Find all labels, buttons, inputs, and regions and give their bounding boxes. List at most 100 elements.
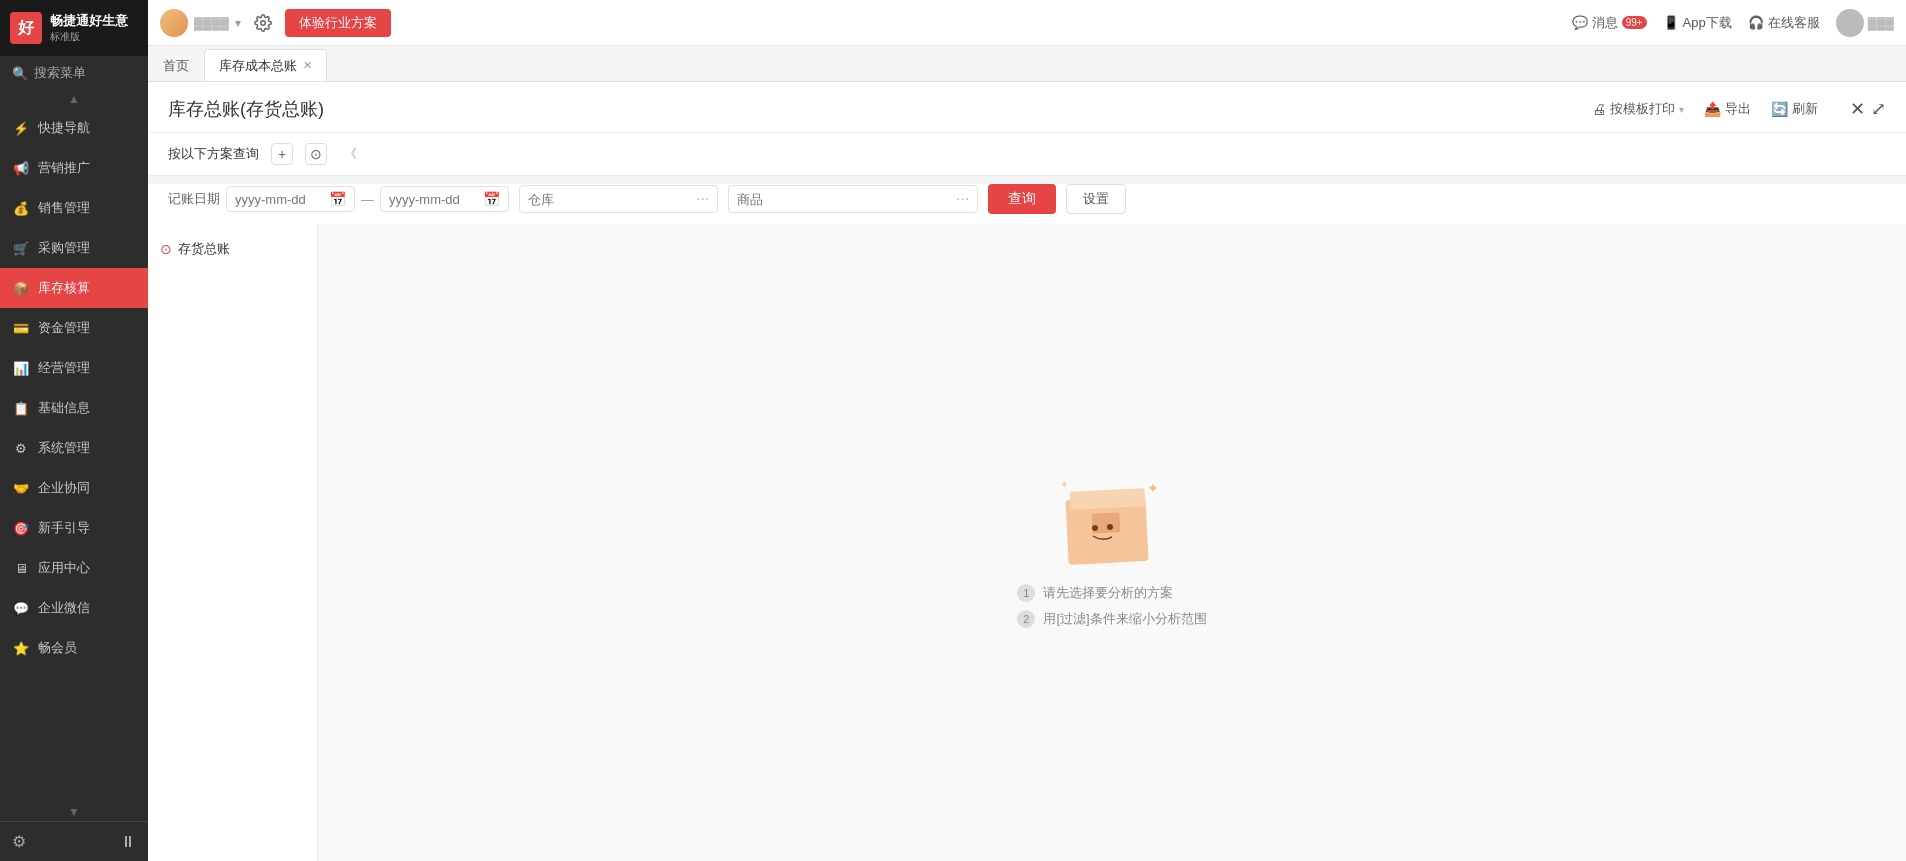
date-start-input[interactable]: [235, 192, 325, 207]
warehouse-input-wrap: ···: [519, 185, 718, 213]
sidebar-scroll-down[interactable]: ▼: [0, 803, 148, 821]
calendar-end-icon[interactable]: 📅: [483, 191, 500, 207]
sidebar-item-label: 应用中心: [38, 559, 90, 577]
sidebar-item-app-center[interactable]: 🖥 应用中心: [0, 548, 148, 588]
warehouse-input[interactable]: [528, 192, 696, 207]
svg-text:✦: ✦: [1147, 480, 1159, 496]
hint-text-1: 请先选择要分析的方案: [1043, 584, 1173, 602]
refresh-btn[interactable]: 🔄 刷新: [1763, 96, 1826, 122]
collapse-icon[interactable]: ⏸: [120, 833, 136, 851]
sidebar-item-finance[interactable]: 💳 资金管理: [0, 308, 148, 348]
scheme-item-label: 存货总账: [178, 240, 230, 258]
right-username: ▓▓▓: [1868, 16, 1894, 30]
phone-icon: 📱: [1663, 15, 1679, 30]
topbar-chevron-icon[interactable]: ▾: [235, 16, 241, 30]
filter-delete-button[interactable]: ⊙: [305, 143, 327, 165]
sidebar-item-enterprise-wechat[interactable]: 💬 企业微信: [0, 588, 148, 628]
app-center-icon: 🖥: [12, 559, 30, 577]
tab-inventory-cost[interactable]: 库存成本总账 ✕: [204, 49, 327, 81]
enterprise-wechat-icon: 💬: [12, 599, 30, 617]
export-btn[interactable]: 📤 导出: [1696, 96, 1759, 122]
refresh-icon: 🔄: [1771, 101, 1788, 117]
sidebar-item-newbie[interactable]: 🎯 新手引导: [0, 508, 148, 548]
logo-subtitle: 标准版: [50, 30, 128, 44]
settings-button[interactable]: 设置: [1066, 184, 1126, 214]
marketing-icon: 📢: [12, 159, 30, 177]
sidebar-item-label: 畅会员: [38, 639, 77, 657]
sidebar-item-label: 采购管理: [38, 239, 90, 257]
svg-point-6: [1092, 525, 1098, 531]
sidebar-item-label: 快捷导航: [38, 119, 90, 137]
main-area: ▓▓▓▓ ▾ 体验行业方案 💬 消息 99+ 📱 App下载 🎧: [148, 0, 1906, 861]
date-filter-group: 记账日期 📅 — 📅: [168, 186, 509, 212]
industry-btn[interactable]: 体验行业方案: [285, 9, 391, 37]
member-icon: ⭐: [12, 639, 30, 657]
hint-text-2: 用[过滤]条件来缩小分析范围: [1043, 610, 1206, 628]
sidebar-bottom: ⚙ ⏸: [0, 821, 148, 861]
sidebar-item-member[interactable]: ⭐ 畅会员: [0, 628, 148, 668]
expand-button[interactable]: ⤢: [1871, 98, 1886, 120]
filter-row: 记账日期 📅 — 📅 ··· ··· 查询 设置: [148, 184, 1906, 224]
purchase-icon: 🛒: [12, 239, 30, 257]
app-download-label: App下载: [1683, 14, 1732, 32]
settings-icon[interactable]: ⚙: [12, 832, 26, 851]
query-button[interactable]: 查询: [988, 184, 1056, 214]
print-btn[interactable]: 🖨 按模板打印 ▾: [1584, 96, 1692, 122]
sidebar-search[interactable]: 🔍 搜索菜单: [0, 56, 148, 90]
scheme-item-inventory[interactable]: ⊙ 存货总账: [148, 232, 317, 266]
topbar-gear-icon[interactable]: [249, 9, 277, 37]
calendar-start-icon[interactable]: 📅: [329, 191, 346, 207]
sidebar-item-label: 销售管理: [38, 199, 90, 217]
svg-text:✦: ✦: [1060, 479, 1068, 490]
sidebar-item-inventory[interactable]: 📦 库存核算: [0, 268, 148, 308]
hint-num-1: 1: [1017, 584, 1035, 602]
sidebar-item-system[interactable]: ⚙ 系统管理: [0, 428, 148, 468]
logo-icon: 好: [10, 12, 42, 44]
logo-title: 畅捷通好生意: [50, 12, 128, 30]
online-service-label: 在线客服: [1768, 14, 1820, 32]
cooperation-icon: 🤝: [12, 479, 30, 497]
filter-bar: 按以下方案查询 + ⊙ 《: [148, 133, 1906, 176]
sidebar-item-label: 企业协同: [38, 479, 90, 497]
product-more-icon[interactable]: ···: [956, 190, 969, 208]
warehouse-more-icon[interactable]: ···: [696, 190, 709, 208]
sidebar-item-basic-info[interactable]: 📋 基础信息: [0, 388, 148, 428]
product-input-wrap: ···: [728, 185, 978, 213]
chevron-up-icon: ▲: [68, 92, 80, 106]
messages-badge: 99+: [1622, 16, 1647, 29]
empty-hints: 1 请先选择要分析的方案 2 用[过滤]条件来缩小分析范围: [1017, 584, 1206, 628]
tabbar: 首页 库存成本总账 ✕: [148, 46, 1906, 82]
product-input[interactable]: [737, 192, 956, 207]
sidebar-item-operations[interactable]: 📊 经营管理: [0, 348, 148, 388]
sidebar-scroll-up[interactable]: ▲: [0, 90, 148, 108]
headset-icon: 🎧: [1748, 15, 1764, 30]
content-body: ⊙ 存货总账 ✦ ✦: [148, 224, 1906, 861]
sidebar-item-purchase[interactable]: 🛒 采购管理: [0, 228, 148, 268]
close-button[interactable]: ✕: [1850, 98, 1865, 120]
app-download-btn[interactable]: 📱 App下载: [1663, 14, 1732, 32]
sidebar-item-cooperation[interactable]: 🤝 企业协同: [0, 468, 148, 508]
sidebar-item-label: 经营管理: [38, 359, 90, 377]
sidebar-item-marketing[interactable]: 📢 营销推广: [0, 148, 148, 188]
sidebar-item-label: 库存核算: [38, 279, 90, 297]
print-chevron-icon: ▾: [1679, 104, 1684, 115]
message-icon: 💬: [1572, 15, 1588, 30]
messages-label: 消息: [1592, 14, 1618, 32]
tab-home[interactable]: 首页: [148, 49, 204, 81]
refresh-label: 刷新: [1792, 100, 1818, 118]
tab-home-label: 首页: [163, 57, 189, 75]
date-end-input[interactable]: [389, 192, 479, 207]
finance-icon: 💳: [12, 319, 30, 337]
date-start-input-wrap: 📅: [226, 186, 355, 212]
sidebar-nav: ⚡ 快捷导航 📢 营销推广 💰 销售管理 🛒 采购管理 📦 库存核算 💳 资金管…: [0, 108, 148, 803]
tab-close-icon[interactable]: ✕: [303, 59, 312, 72]
online-service-btn[interactable]: 🎧 在线客服: [1748, 14, 1820, 32]
sidebar-item-label: 营销推广: [38, 159, 90, 177]
logo-text-area: 畅捷通好生意 标准版: [50, 12, 128, 44]
scheme-circle-icon: ⊙: [160, 241, 172, 257]
messages-btn[interactable]: 💬 消息 99+: [1572, 14, 1647, 32]
filter-collapse-button[interactable]: 《: [339, 143, 361, 165]
sidebar-item-sales[interactable]: 💰 销售管理: [0, 188, 148, 228]
filter-add-button[interactable]: +: [271, 143, 293, 165]
sidebar-item-quick-nav[interactable]: ⚡ 快捷导航: [0, 108, 148, 148]
